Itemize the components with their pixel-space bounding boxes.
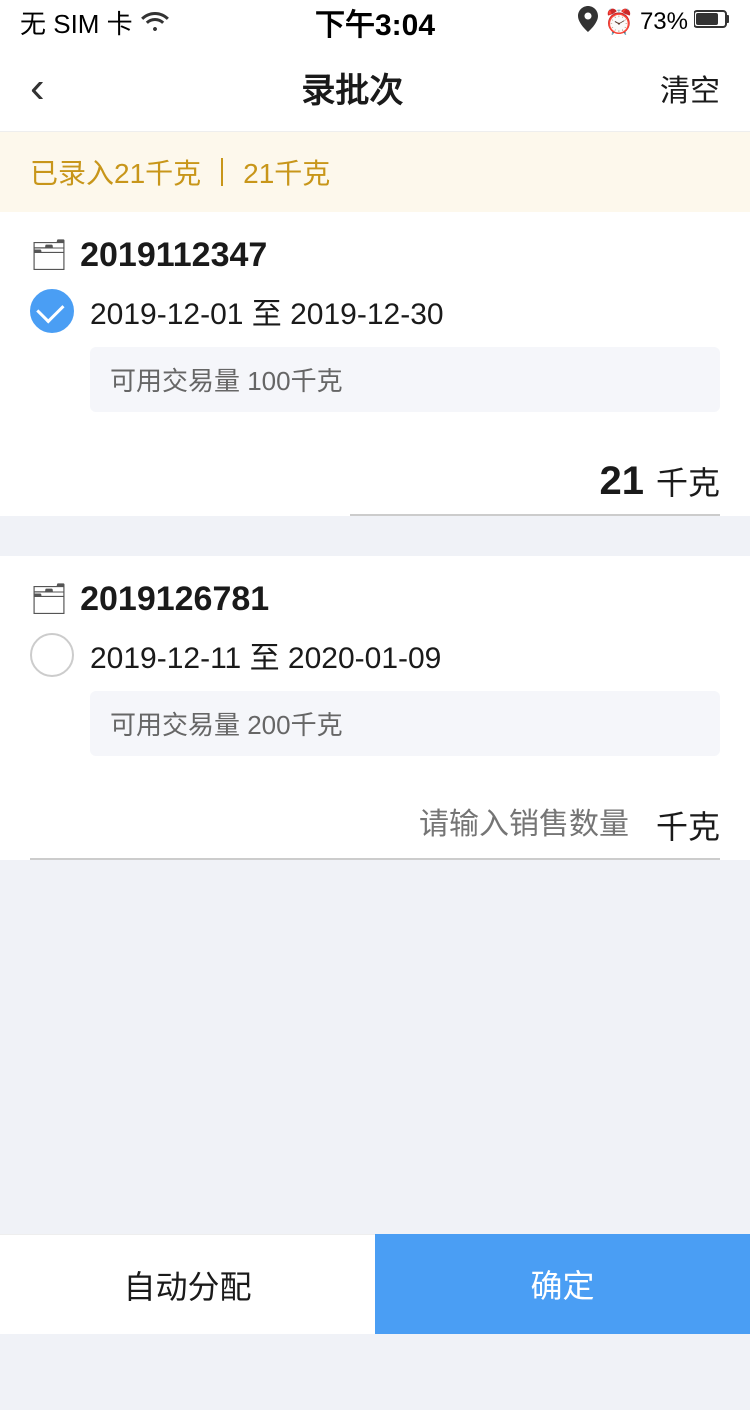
- status-time: 下午3:04: [315, 0, 435, 44]
- batch2-card: 🗂 2019126781 2019-12-11 至 2020-01-09 可用交…: [0, 556, 750, 860]
- batch1-quantity-value: 21: [599, 459, 644, 504]
- battery-icon: [694, 8, 730, 36]
- batch2-divider: [30, 858, 720, 860]
- batch1-date-row[interactable]: 2019-12-01 至 2019-12-30: [30, 289, 720, 333]
- nav-bar: ‹ 录批次 清空: [0, 44, 750, 132]
- alarm-icon: ⏰: [604, 8, 634, 37]
- batch1-header: 🗂 2019112347: [30, 236, 720, 275]
- wifi-icon: [141, 7, 169, 38]
- clear-button[interactable]: 清空: [660, 66, 720, 110]
- summary-value: 21千克: [243, 152, 330, 192]
- separator1: [0, 536, 750, 556]
- batch2-doc-icon: 🗂: [30, 582, 68, 617]
- battery-text: 73%: [640, 8, 688, 36]
- batch1-id: 2019112347: [80, 236, 267, 275]
- batch1-quantity-unit: 千克: [656, 458, 720, 504]
- batch2-radio[interactable]: [30, 633, 74, 677]
- batch2-available: 可用交易量 200千克: [90, 691, 720, 756]
- summary-divider: [221, 158, 223, 186]
- batch2-date: 2019-12-11 至 2020-01-09: [90, 633, 441, 677]
- recorded-label: 已录入21千克: [30, 152, 201, 192]
- batch2-id: 2019126781: [80, 580, 269, 619]
- batch1-radio[interactable]: [30, 289, 74, 333]
- location-icon: [578, 6, 598, 39]
- batch1-doc-icon: 🗂: [30, 238, 68, 273]
- batch1-card: 🗂 2019112347 2019-12-01 至 2019-12-30 可用交…: [0, 212, 750, 516]
- batch2-inner: 🗂 2019126781 2019-12-11 至 2020-01-09 可用交…: [0, 556, 750, 786]
- status-right: ⏰ 73%: [578, 6, 730, 39]
- batch2-quantity-input[interactable]: [30, 808, 644, 842]
- batch1-quantity-row: 21 千克: [0, 442, 750, 504]
- summary-banner: 已录入21千克 21千克: [0, 132, 750, 212]
- batch1-inner: 🗂 2019112347 2019-12-01 至 2019-12-30 可用交…: [0, 212, 750, 442]
- back-button[interactable]: ‹: [30, 63, 45, 113]
- confirm-button[interactable]: 确定: [375, 1234, 750, 1334]
- status-left: 无 SIM 卡: [20, 4, 169, 41]
- batch1-available: 可用交易量 100千克: [90, 347, 720, 412]
- page-title: 录批次: [301, 63, 403, 112]
- bottom-bar: 自动分配 确定: [0, 1234, 750, 1334]
- carrier-text: 无 SIM 卡: [20, 4, 133, 41]
- batch1-date: 2019-12-01 至 2019-12-30: [90, 289, 444, 333]
- batch2-input-row[interactable]: 千克: [0, 786, 750, 848]
- batch2-header: 🗂 2019126781: [30, 580, 720, 619]
- batch2-date-row[interactable]: 2019-12-11 至 2020-01-09: [30, 633, 720, 677]
- auto-distribute-button[interactable]: 自动分配: [0, 1234, 375, 1334]
- status-bar: 无 SIM 卡 下午3:04 ⏰ 73%: [0, 0, 750, 44]
- batch1-divider: [350, 514, 720, 516]
- batch2-input-unit: 千克: [656, 802, 720, 848]
